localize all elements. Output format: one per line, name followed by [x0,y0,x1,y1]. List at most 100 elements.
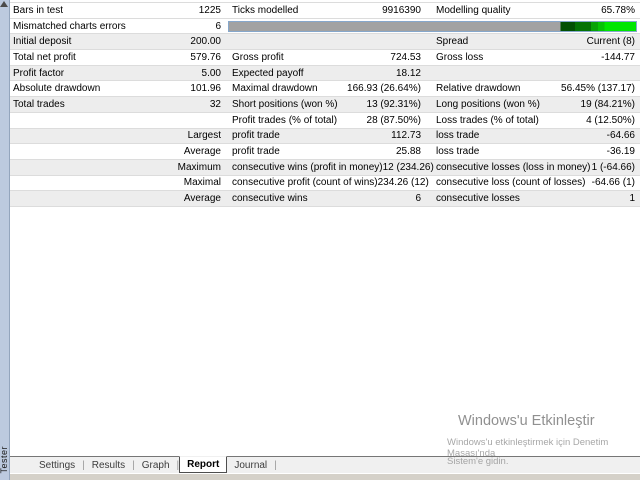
table-cell: Maximal drawdown 166.93 (26.64%) [228,83,424,94]
cell-value: Maximum [177,161,221,173]
cell-value: 13 (92.31%) [366,98,421,110]
table-cell: Long positions (won %) 19 (84.21%) [424,99,640,110]
windows-activation-watermark-title: Windows'u Etkinleştir [458,413,595,429]
table-row: Average profit trade 25.88 loss trade -36.19 [10,144,640,160]
cell-value: 32 [209,98,221,110]
modelling-quality-bar [228,20,637,32]
table-cell: loss trade -36.19 [424,146,640,157]
cell-label: Absolute drawdown [13,83,101,95]
cell-value: 1 (-64.66) [591,161,635,173]
table-cell: Profit factor 5.00 [10,68,228,79]
cell-value: -144.77 [601,51,635,63]
collapse-arrow-icon[interactable] [0,1,8,7]
table-cell: loss trade -64.66 [424,130,640,141]
table-cell: Mismatched charts errors 6 [10,21,228,32]
cell-label: loss trade [436,130,480,142]
cell-value: 6 [415,193,421,205]
cell-label: Short positions (won %) [232,98,338,110]
table-cell: Expected payoff 18.12 [228,68,424,79]
cell-label: Profit factor [13,67,65,79]
table-cell: consecutive losses (loss in money) 1 (-64… [424,162,640,173]
table-cell: Bars in test 1225 [10,5,228,16]
tab-report[interactable]: Report [179,456,228,473]
table-cell: Largest [10,130,228,141]
cell-value: 234.26 (12) [377,177,429,189]
table-cell: Ticks modelled 9916390 [228,5,424,16]
table-cell: Maximum [10,162,228,173]
cell-value: 28 (87.50%) [366,114,421,126]
tab-journal[interactable]: Journal [227,457,274,473]
table-cell: Short positions (won %) 13 (92.31%) [228,99,424,110]
table-cell: consecutive profit (count of wins) 234.26… [228,177,429,189]
table-cell: Average [10,193,228,204]
cell-label: loss trade [436,146,480,158]
cell-value: 579.76 [190,51,221,63]
table-cell: Average [10,146,228,157]
table-row: Absolute drawdown 101.96 Maximal drawdown 1… [10,81,640,98]
table-cell: consecutive wins 6 [228,193,424,204]
table-cell: Spread Current (8) [424,36,640,47]
table-cell: profit trade 112.73 [228,130,424,141]
table-cell: Gross profit 724.53 [228,52,424,63]
cell-label: Gross loss [436,51,484,63]
windows-activation-watermark-line3: Sistem'e gidin. [447,456,509,467]
cell-label: Ticks modelled [232,4,299,16]
table-cell: profit trade 25.88 [228,146,424,157]
table-row: Total net profit 579.76 Gross profit 724.53… [10,50,640,66]
cell-label: Mismatched charts errors [13,20,126,32]
table-cell: consecutive losses 1 [424,193,640,204]
cell-label: consecutive wins [232,193,308,205]
cell-label: Bars in test [13,4,64,16]
cell-label: Expected payoff [232,67,304,79]
cell-value: 101.96 [190,83,221,95]
tab-settings[interactable]: Settings [32,457,82,473]
cell-label: Total net profit [13,51,76,63]
cell-value: -64.66 [606,130,635,142]
tab-separator: | [274,459,277,471]
tab-graph[interactable]: Graph [135,457,177,473]
cell-value: Average [183,193,221,205]
cell-value: 25.88 [395,146,421,158]
tester-report-panel: Tester Bars in test 1225 Ticks modelled 991… [0,0,640,480]
table-cell: Total trades 32 [10,99,228,110]
table-cell: consecutive loss (count of losses) -64.66… [424,177,640,188]
cell-value: -36.19 [606,146,635,158]
cell-label: Modelling quality [436,4,511,16]
table-row: Profit factor 5.00 Expected payoff 18.12 [10,65,640,82]
table-cell: consecutive wins (profit in money) 12 (23… [228,161,434,173]
table-row: Average consecutive wins 6 consecutive loss… [10,191,640,207]
tester-panel-edge: Tester [0,0,10,480]
cell-label: consecutive wins (profit in money) [232,161,383,173]
table-cell: Loss trades (% of total) 4 (12.50%) [424,115,640,126]
cell-value: 166.93 (26.64%) [347,83,421,95]
tab-results[interactable]: Results [85,457,132,473]
cell-label: Total trades [13,98,65,110]
cell-value: Current (8) [586,36,635,48]
cell-label: consecutive loss (count of losses) [436,177,586,189]
cell-value: 6 [215,20,221,32]
table-row: Largest profit trade 112.73 loss trade -64.6… [10,128,640,145]
cell-value: 65.78% [601,4,635,16]
cell-label: consecutive losses (loss in money) [436,161,591,173]
table-cell: Total net profit 579.76 [10,52,228,63]
table-row: Maximal consecutive profit (count of wins… [10,176,640,192]
cell-value: 18.12 [395,67,421,79]
cell-value: 5.00 [201,67,221,79]
table-cell: Profit trades (% of total) 28 (87.50%) [228,115,424,126]
cell-value: Average [183,146,221,158]
cell-label: consecutive losses [436,193,520,205]
table-cell: Absolute drawdown 101.96 [10,83,228,94]
cell-label: Gross profit [232,51,284,63]
cell-value: 19 (84.21%) [580,98,635,110]
bottom-status-strip [0,473,640,480]
cell-label: Long positions (won %) [436,98,540,110]
cell-label: Maximal drawdown [232,83,318,95]
table-row: Total trades 32 Short positions (won %) 13 … [10,97,640,113]
table-row: Mismatched charts errors 6 [10,19,640,35]
cell-value: 724.53 [390,51,421,63]
cell-label: Loss trades (% of total) [436,114,539,126]
table-cell: Relative drawdown 56.45% (137.17) [424,83,640,94]
cell-label: profit trade [232,130,280,142]
cell-label: consecutive profit (count of wins) [232,177,378,189]
cell-value: 112.73 [391,130,421,142]
